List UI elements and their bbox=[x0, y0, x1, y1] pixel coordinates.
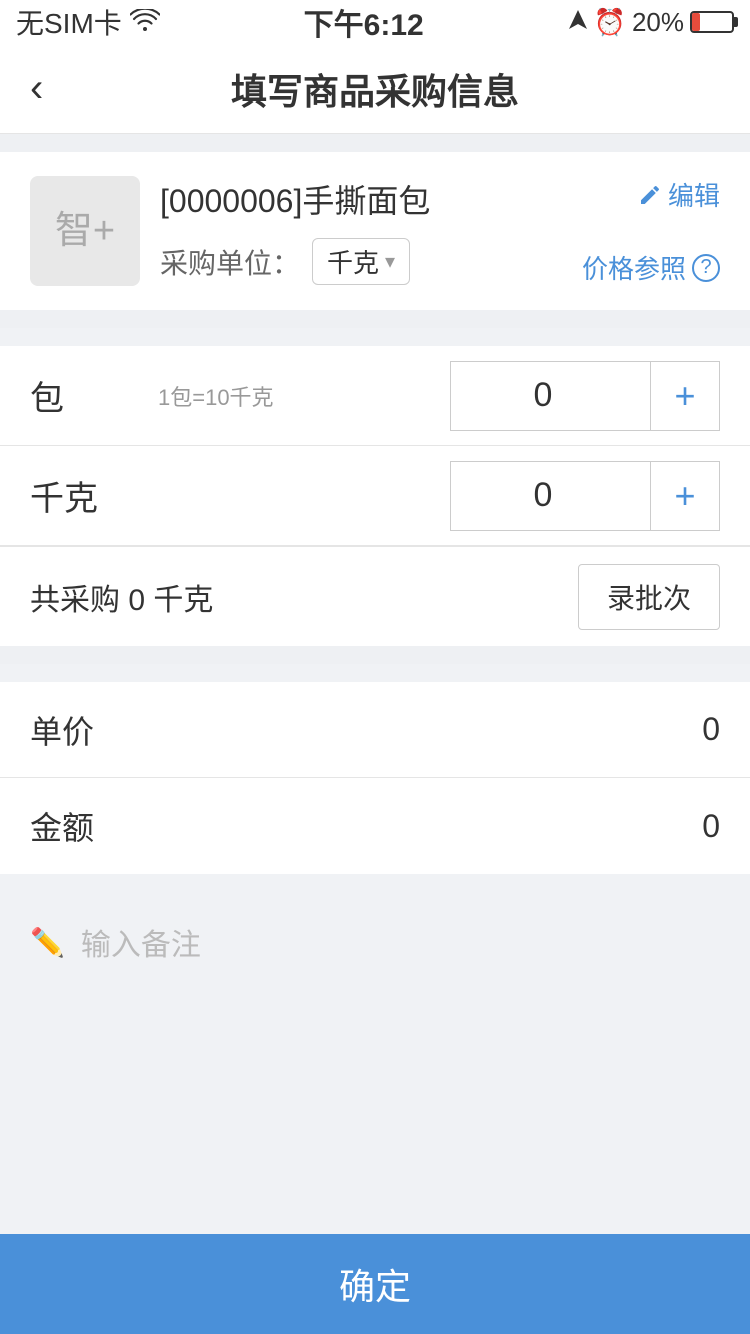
product-logo: 智+ bbox=[55, 212, 115, 250]
notes-placeholder: 输入备注 bbox=[81, 920, 201, 964]
pencil-icon: ✏️ bbox=[30, 926, 65, 959]
status-time: 下午6:12 bbox=[304, 0, 424, 44]
bag-sub-label: 1包=10千克 bbox=[158, 380, 450, 412]
unit-price-row: 单价 0 bbox=[0, 682, 750, 778]
unit-label: 采购单位： bbox=[160, 242, 300, 282]
kg-plus-button[interactable]: + bbox=[650, 461, 720, 531]
price-ref-label: 价格参照 bbox=[582, 249, 686, 286]
confirm-button[interactable]: 确定 bbox=[339, 1258, 411, 1310]
summary-value: 0 bbox=[128, 584, 145, 617]
status-bar: 无SIM卡 下午6:12 ⏰ 20% bbox=[0, 0, 750, 44]
bag-label: 包 bbox=[30, 371, 150, 420]
kg-input-row: 千克 + bbox=[0, 446, 750, 546]
product-thumbnail: 智+ bbox=[30, 176, 140, 286]
help-icon: ? bbox=[692, 254, 720, 282]
kg-quantity-input[interactable] bbox=[450, 461, 650, 531]
notes-section[interactable]: ✏️ 输入备注 bbox=[0, 892, 750, 992]
batch-button[interactable]: 录批次 bbox=[578, 564, 720, 630]
summary-row: 共采购 0 千克 录批次 bbox=[0, 546, 750, 646]
main-content: 智+ [0000006]手撕面包 采购单位： 千克 ▾ 编辑 价格参照 ? bbox=[0, 134, 750, 1034]
alarm-icon: ⏰ bbox=[594, 7, 626, 38]
gps-icon bbox=[568, 7, 588, 38]
top-divider bbox=[0, 134, 750, 152]
price-section: 单价 0 金额 0 bbox=[0, 682, 750, 874]
status-left: 无SIM卡 bbox=[16, 2, 160, 42]
input-section: 包 1包=10千克 + 千克 + bbox=[0, 346, 750, 546]
middle-divider bbox=[0, 310, 750, 328]
kg-label: 千克 bbox=[30, 471, 150, 520]
bag-quantity-input[interactable] bbox=[450, 361, 650, 431]
kg-input-control: + bbox=[450, 461, 720, 531]
unit-price-label: 单价 bbox=[30, 707, 94, 753]
edit-button[interactable]: 编辑 bbox=[638, 176, 720, 213]
product-name: [0000006]手撕面包 bbox=[160, 176, 720, 222]
unit-select[interactable]: 千克 ▾ bbox=[312, 238, 410, 285]
unit-price-value: 0 bbox=[702, 711, 720, 748]
bag-plus-button[interactable]: + bbox=[650, 361, 720, 431]
wifi-icon bbox=[130, 6, 160, 38]
summary-text: 共采购 0 千克 bbox=[30, 575, 213, 619]
bag-input-control: + bbox=[450, 361, 720, 431]
bag-input-row: 包 1包=10千克 + bbox=[0, 346, 750, 446]
battery-icon bbox=[690, 11, 734, 33]
back-button[interactable]: ‹ bbox=[30, 66, 43, 111]
status-right: ⏰ 20% bbox=[568, 7, 734, 38]
product-card: 智+ [0000006]手撕面包 采购单位： 千克 ▾ 编辑 价格参照 ? bbox=[0, 152, 750, 310]
unit-arrow-icon: ▾ bbox=[385, 249, 395, 274]
price-ref-button[interactable]: 价格参照 ? bbox=[582, 249, 720, 286]
amount-value: 0 bbox=[702, 808, 720, 845]
amount-label: 金额 bbox=[30, 803, 94, 849]
battery-percent: 20% bbox=[632, 7, 684, 38]
edit-icon bbox=[638, 183, 662, 207]
carrier-text: 无SIM卡 bbox=[16, 2, 122, 42]
amount-row: 金额 0 bbox=[0, 778, 750, 874]
footer[interactable]: 确定 bbox=[0, 1234, 750, 1334]
nav-bar: ‹ 填写商品采购信息 bbox=[0, 44, 750, 134]
page-title: 填写商品采购信息 bbox=[231, 63, 519, 115]
price-divider bbox=[0, 646, 750, 664]
edit-label: 编辑 bbox=[668, 176, 720, 213]
